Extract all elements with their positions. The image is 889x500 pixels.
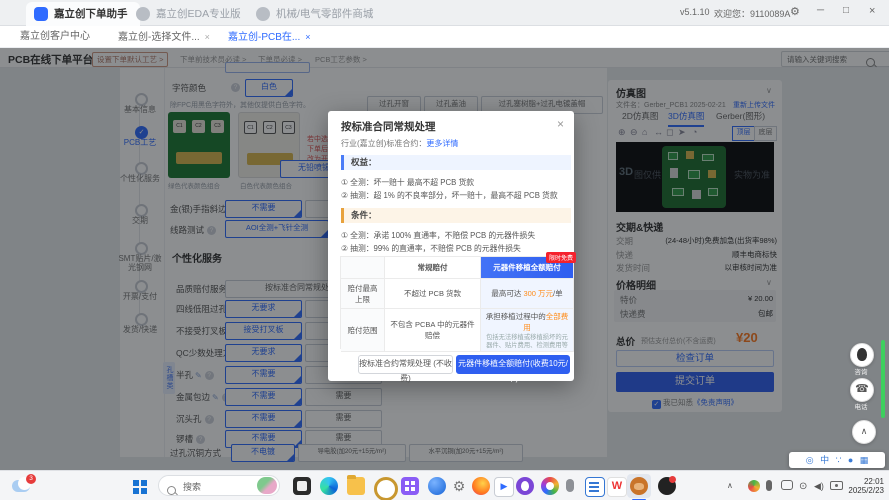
doctab-customer-center[interactable]: 嘉立创客户中心 — [20, 26, 90, 48]
file-explorer-icon[interactable] — [347, 475, 365, 495]
windows-taskbar: 3 搜索 ⚙ ▶ W ∧ ⊙ ◀) 22:01 2025/2/23 — [0, 470, 889, 500]
rights-item-1: ① 全测：坏一赔十 最高不超 PCB 货款 — [341, 178, 475, 187]
normal-max-compensation: 不超过 PCB 货款 — [385, 279, 481, 309]
col-premium-compensation: 元器件移植全额赔付 限时免费 — [481, 252, 576, 279]
app-tab-order-assistant[interactable]: 嘉立创下单助手 — [26, 2, 140, 26]
modal-title: 按标准合同常规处理 — [341, 121, 436, 133]
qq-app-icon[interactable] — [516, 477, 534, 495]
app-tab-label: 机械/电气零部件商城 — [276, 8, 374, 20]
app-window: 嘉立创下单助手 嘉立创EDA专业版 机械/电气零部件商城 v5.1.10 欢迎您… — [0, 0, 889, 500]
search-icon — [167, 482, 176, 500]
microphone-app-icon[interactable] — [566, 479, 574, 492]
premium-max-compensation: 最高可达 300 万元/单 — [481, 279, 574, 309]
black-app-icon[interactable] — [658, 476, 676, 495]
app-titlebar: 嘉立创下单助手 嘉立创EDA专业版 机械/电气零部件商城 v5.1.10 欢迎您… — [0, 0, 889, 26]
back-to-top-icon[interactable]: ∧ — [852, 420, 876, 444]
clock[interactable]: 22:01 2025/2/23 — [848, 477, 884, 495]
doctab-select-file[interactable]: 嘉立创-选择文件... × — [118, 26, 210, 48]
condition-item-2: ② 抽测：99% 的直通率，不赔偿 PCB 的元器件损失 — [341, 244, 521, 253]
task-view-icon[interactable] — [293, 477, 311, 495]
phone-label: 电话 — [854, 404, 868, 411]
tray-volume-icon[interactable]: ◀) — [814, 481, 824, 492]
modal-subtitle: 行业(嘉立创)标准合约：更多详情 — [341, 139, 459, 148]
scrollbar-thumb[interactable] — [881, 340, 885, 418]
settings-app-icon[interactable]: ⚙ — [450, 477, 468, 495]
settings-gear-icon[interactable]: ⚙ — [790, 5, 800, 18]
conditions-header: 条件： — [341, 208, 571, 223]
premium-scope: 承担移植过程中的全部费用 包括无法移植或移植损坏的元器件、贴片费用、检测费用等 — [481, 309, 574, 352]
rights-header: 权益： — [341, 155, 571, 170]
app-tab-label: 嘉立创EDA专业版 — [156, 8, 241, 20]
ime-mode-icon[interactable]: 中 — [820, 455, 829, 465]
tray-date: 2025/2/23 — [848, 486, 884, 495]
close-tab-icon[interactable]: × — [305, 32, 310, 42]
gold-loop-app-icon[interactable] — [374, 477, 398, 500]
ime-toolbar: ◎ 中 ∵ ● ▦ — [789, 452, 885, 468]
tray-chat-icon[interactable] — [781, 480, 793, 490]
ime-keyboard-icon[interactable]: ▦ — [860, 455, 869, 465]
close-window-icon[interactable]: × — [869, 5, 875, 17]
photos-app-icon[interactable] — [541, 477, 559, 495]
tray-time: 22:01 — [863, 477, 884, 486]
ime-logo-icon[interactable]: ◎ — [806, 455, 814, 465]
search-highlight-image — [257, 477, 277, 494]
close-tab-icon[interactable]: × — [205, 32, 210, 42]
weather-widget-icon[interactable]: 3 — [12, 474, 36, 494]
col-normal-compensation: 常规赔付 — [385, 257, 481, 279]
notification-badge: 3 — [26, 474, 36, 484]
modal-close-icon[interactable]: × — [557, 117, 564, 131]
ime-symbols-icon[interactable]: ∵ — [836, 455, 842, 465]
minimize-icon[interactable]: ─ — [817, 5, 824, 16]
app-tab-mall[interactable]: 机械/电气零部件商城 — [248, 2, 385, 26]
tray-mic-icon[interactable] — [766, 480, 772, 491]
ime-mic-icon[interactable]: ● — [848, 455, 853, 465]
limited-time-badge: 限时免费 — [545, 252, 576, 263]
app-tab-label: 嘉立创下单助手 — [54, 8, 128, 20]
normal-scope: 不包含 PCBA 中的元器件赔偿 — [385, 309, 481, 352]
app-version: v5.1.10 — [680, 7, 710, 17]
row-max-compensation-label: 赔付最高上限 — [341, 279, 385, 309]
row-scope-label: 赔付范围 — [341, 309, 385, 352]
compensation-table: 常规赔付 元器件移植全额赔付 限时免费 赔付最高上限 不超过 PCB 货款 最高… — [340, 252, 576, 352]
tray-expand-chevron[interactable]: ∧ — [727, 481, 733, 490]
phone-icon[interactable]: ☎ — [850, 378, 874, 402]
tray-camera-icon[interactable] — [830, 481, 843, 490]
taskbar-search[interactable]: 搜索 — [158, 475, 280, 496]
qq-consult-icon[interactable] — [850, 343, 874, 367]
premium-compensation-button[interactable]: 元器件移植全额赔付(收费10元/单) — [456, 355, 570, 383]
doctab-label: 嘉立创-选择文件... — [118, 32, 200, 43]
maximize-icon[interactable]: □ — [843, 5, 849, 16]
doctab-label: 嘉立创客户中心 — [20, 31, 90, 42]
firefox-icon[interactable] — [472, 477, 490, 495]
media-app-icon[interactable]: ▶ — [494, 477, 514, 497]
standard-contract-button[interactable]: 按标准合约常规处理 (不收费) — [358, 355, 453, 383]
jlc-logo-icon — [34, 7, 48, 21]
wps-icon[interactable]: W — [607, 477, 627, 497]
more-details-link[interactable]: 更多详情 — [426, 139, 458, 148]
blue-sphere-app-icon[interactable] — [428, 477, 446, 495]
mall-logo-icon — [256, 7, 270, 21]
purple-grid-app-icon[interactable] — [401, 477, 419, 495]
eda-logo-icon — [136, 7, 150, 21]
premium-scope-note: 包括无法移植或移植损坏的元器件、贴片费用、检测费用等 — [486, 334, 568, 349]
doctab-pcb-order[interactable]: 嘉立创-PCB在... × — [228, 26, 311, 48]
edge-browser-icon[interactable] — [320, 477, 338, 495]
consult-label: 咨询 — [854, 369, 868, 376]
search-placeholder: 搜索 — [183, 482, 202, 492]
notes-app-icon[interactable] — [585, 477, 605, 497]
tray-antivirus-icon[interactable] — [748, 480, 760, 492]
app-tab-eda[interactable]: 嘉立创EDA专业版 — [128, 2, 253, 26]
welcome-user: 欢迎您：9110089A — [714, 9, 791, 19]
jlc-assistant-taskbar-active[interactable] — [627, 474, 651, 500]
table-corner-cell — [341, 257, 385, 279]
doctab-label: 嘉立创-PCB在... — [228, 32, 301, 43]
start-button-icon[interactable] — [133, 480, 139, 486]
document-tabbar: 嘉立创客户中心 嘉立创-选择文件... × 嘉立创-PCB在... × — [0, 26, 889, 74]
tray-eye-icon[interactable]: ⊙ — [799, 481, 807, 492]
compensation-modal: 按标准合同常规处理 × 行业(嘉立创)标准合约：更多详情 权益： ① 全测：坏一… — [328, 111, 576, 383]
condition-item-1: ① 全测：承诺 100% 直通率，不赔偿 PCB 的元器件损失 — [341, 231, 536, 240]
rights-item-2: ② 抽测：超 1% 的不良率部分，坏一赔十，最高不超 PCB 货款 — [341, 191, 558, 200]
